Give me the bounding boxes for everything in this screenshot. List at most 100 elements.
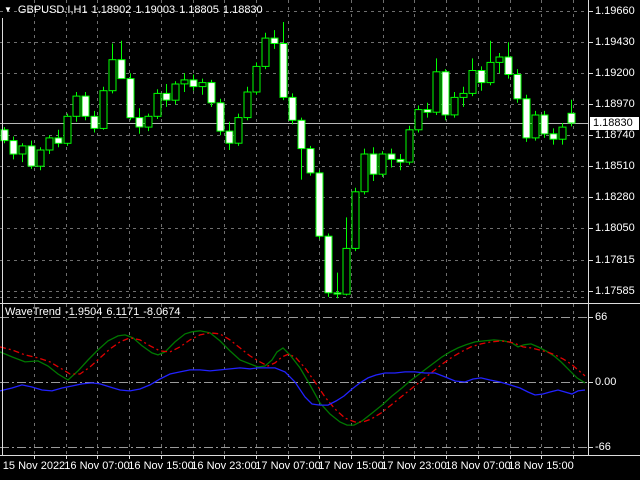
candle-body-bear: [9, 140, 18, 155]
candle: [531, 110, 540, 141]
candle-body-bear: [522, 98, 531, 139]
price-axis-label: 1.19660: [595, 5, 635, 17]
candle: [144, 113, 153, 132]
candle-body-bear: [297, 119, 306, 150]
price-axis-label: 1.19200: [595, 67, 635, 79]
indicator-value-3: -8.0674: [143, 306, 181, 318]
candle-body-bear: [279, 43, 288, 98]
candle: [387, 148, 396, 168]
candle-body-bull: [531, 114, 540, 139]
chart-canvas[interactable]: [0, 0, 640, 480]
candle-body-bear: [549, 133, 558, 140]
time-axis-label: 18 Nov 15:00: [508, 460, 574, 472]
candle: [459, 86, 468, 107]
candle-body-bear: [369, 153, 378, 175]
candle-body-bear: [333, 292, 342, 295]
candle: [27, 140, 36, 169]
candle: [99, 86, 108, 130]
candle: [558, 123, 567, 145]
candle: [108, 43, 117, 94]
candle-body-bull: [72, 95, 81, 117]
candle: [405, 125, 414, 165]
candle-body-bull: [378, 153, 387, 175]
candle-body-bull: [360, 153, 369, 193]
candle: [342, 217, 351, 296]
candle: [351, 187, 360, 252]
candle-body-bear: [315, 172, 324, 237]
candle: [117, 40, 126, 80]
candle: [207, 79, 216, 107]
candle-body-bull: [486, 61, 495, 84]
candle: [234, 113, 243, 146]
candle-body-bear: [441, 71, 450, 116]
candle-body-bear: [540, 114, 549, 135]
candle: [315, 170, 324, 239]
candle: [567, 99, 576, 127]
candle-body-bull: [18, 145, 27, 155]
indicator-axis-label: -66: [595, 441, 611, 453]
price-axis-label: 1.18050: [595, 222, 635, 234]
candle: [477, 66, 486, 91]
candle-body-bear: [324, 235, 333, 294]
candle: [162, 84, 171, 107]
candle: [81, 92, 90, 121]
candle-body-bear: [504, 56, 513, 75]
current-price-tag: 1.18830: [590, 116, 639, 130]
chevron-down-icon[interactable]: ▼: [4, 3, 12, 16]
candle-body-bull: [468, 70, 477, 94]
candle: [261, 32, 270, 70]
candle-body-bull: [558, 126, 567, 140]
candle: [216, 98, 225, 136]
wavetrend-line-wt2: [0, 332, 586, 423]
candle: [126, 73, 135, 121]
high-value: 1.19003: [135, 4, 176, 16]
indicator-header: WaveTrend -1.9504 6.1171 -8.0674: [5, 306, 185, 318]
candle-body-bull: [63, 115, 72, 144]
indicator-axis-label: 66: [595, 311, 608, 323]
candle-body-bull: [36, 149, 45, 167]
candle: [72, 92, 81, 122]
candle-body-bear: [135, 117, 144, 128]
candle: [378, 151, 387, 177]
candle-body-bear: [90, 115, 99, 129]
candle: [243, 86, 252, 121]
symbol-header: ▼ GBPUSD.I,H1 1.18902 1.19003 1.18805 1.18830: [4, 3, 267, 17]
candle-body-bear: [117, 59, 126, 80]
candle-body-bull: [414, 109, 423, 131]
candle: [495, 53, 504, 74]
price-axis-label: 1.18510: [595, 160, 635, 172]
candle-body-bull: [198, 82, 207, 88]
wavetrend-line-osc: [0, 367, 586, 406]
candle: [198, 78, 207, 95]
open-value: 1.18902: [91, 4, 132, 16]
candle-body-bear: [567, 112, 576, 124]
candle: [423, 102, 432, 118]
candle: [135, 108, 144, 134]
candle: [279, 22, 288, 101]
candle-body-bull: [99, 90, 108, 129]
candle: [9, 136, 18, 160]
candle-body-bull: [495, 56, 504, 63]
candle: [432, 58, 441, 115]
candle: [360, 148, 369, 195]
current-price-value: 1.18830: [593, 116, 633, 129]
candle: [333, 272, 342, 299]
candle: [18, 143, 27, 163]
indicator-value-1: -1.9504: [65, 306, 103, 318]
candle-body-bull: [252, 65, 261, 93]
candle: [306, 145, 315, 176]
price-axis-label: 1.17815: [595, 254, 635, 266]
indicator-name: WaveTrend: [5, 306, 62, 318]
candle-body-bear: [225, 130, 234, 144]
candle: [54, 129, 63, 148]
time-axis-label: 16 Nov 23:00: [191, 460, 257, 472]
candle-body-bull: [261, 37, 270, 67]
candle: [171, 81, 180, 105]
candle: [252, 62, 261, 95]
candle: [189, 74, 198, 91]
candle: [90, 110, 99, 133]
candle-body-bull: [342, 247, 351, 295]
candle-body-bull: [153, 92, 162, 117]
price-axis-label: 1.19430: [595, 36, 635, 48]
candle-body-bull: [234, 117, 243, 144]
